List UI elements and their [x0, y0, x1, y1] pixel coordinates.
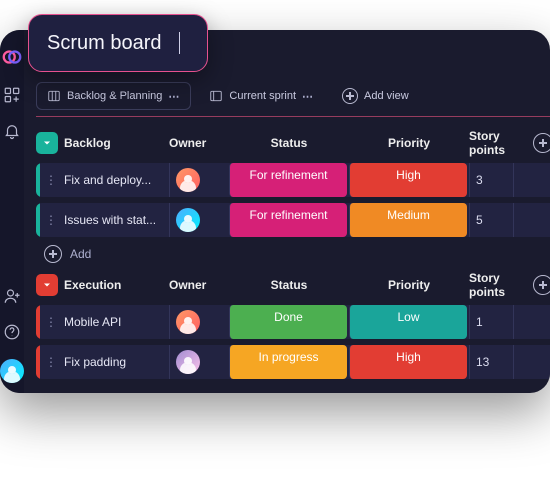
- add-view-label: Add view: [364, 90, 409, 102]
- row-title[interactable]: Issues with stat...: [62, 213, 169, 227]
- column-story-points: Story points: [469, 271, 533, 299]
- drag-handle-icon[interactable]: ⋮: [40, 357, 62, 367]
- drag-handle-icon[interactable]: ⋮: [40, 175, 62, 185]
- tab-label: Backlog & Planning: [67, 90, 162, 102]
- row-end: [513, 203, 533, 237]
- priority-pill[interactable]: High: [349, 163, 467, 197]
- story-points-cell[interactable]: 13: [469, 345, 513, 379]
- owner-cell[interactable]: [169, 305, 229, 339]
- status-pill[interactable]: For refinement: [229, 203, 347, 237]
- table-row[interactable]: ⋮ Fix padding In progress High 13: [36, 345, 550, 379]
- column-priority: Priority: [349, 136, 469, 150]
- main-panel: Backlog & Planning ⋯ Current sprint ⋯ Ad…: [24, 30, 550, 393]
- column-priority: Priority: [349, 278, 469, 292]
- column-status: Status: [229, 278, 349, 292]
- board-title-input[interactable]: [45, 31, 175, 56]
- section-name: Execution: [64, 278, 169, 292]
- add-column-button[interactable]: [533, 133, 550, 153]
- story-points-cell[interactable]: 3: [469, 163, 513, 197]
- column-story-points: Story points: [469, 129, 533, 157]
- section-toggle[interactable]: [36, 132, 58, 154]
- sprint-icon: [209, 89, 223, 103]
- priority-pill[interactable]: Medium: [349, 203, 467, 237]
- tab-current-sprint[interactable]: Current sprint ⋯: [199, 83, 324, 109]
- section-name: Backlog: [64, 136, 169, 150]
- board-title-card[interactable]: [28, 14, 208, 72]
- grid-add-icon[interactable]: [3, 86, 21, 104]
- logo-icon[interactable]: [1, 46, 23, 68]
- owner-avatar: [176, 168, 200, 192]
- owner-avatar: [176, 310, 200, 334]
- priority-pill[interactable]: High: [349, 345, 467, 379]
- row-title[interactable]: Fix padding: [62, 355, 169, 369]
- story-points-cell[interactable]: 5: [469, 203, 513, 237]
- story-points-cell[interactable]: 1: [469, 305, 513, 339]
- table-row[interactable]: ⋮ Issues with stat... For refinement Med…: [36, 203, 550, 237]
- board-icon: [47, 89, 61, 103]
- table-row[interactable]: ⋮ Mobile API Done Low 1: [36, 305, 550, 339]
- app-window: Backlog & Planning ⋯ Current sprint ⋯ Ad…: [0, 30, 550, 393]
- plus-icon: [44, 245, 62, 263]
- view-tabs: Backlog & Planning ⋯ Current sprint ⋯ Ad…: [36, 82, 550, 110]
- help-icon[interactable]: [3, 323, 21, 341]
- bell-icon[interactable]: [3, 122, 21, 140]
- drag-handle-icon[interactable]: ⋮: [40, 317, 62, 327]
- status-pill[interactable]: For refinement: [229, 163, 347, 197]
- owner-avatar: [176, 350, 200, 374]
- owner-avatar: [176, 208, 200, 232]
- owner-cell[interactable]: [169, 163, 229, 197]
- tabs-divider: [36, 116, 550, 117]
- tab-menu-icon[interactable]: ⋯: [302, 90, 314, 103]
- priority-pill[interactable]: Low: [349, 305, 467, 339]
- column-owner: Owner: [169, 136, 229, 150]
- row-end: [513, 305, 533, 339]
- plus-icon: [342, 88, 358, 104]
- sidebar: [0, 30, 24, 393]
- add-item-button[interactable]: Add: [44, 245, 550, 263]
- status-pill[interactable]: Done: [229, 305, 347, 339]
- status-pill[interactable]: In progress: [229, 345, 347, 379]
- add-label: Add: [70, 247, 91, 261]
- section-toggle[interactable]: [36, 274, 58, 296]
- row-title[interactable]: Mobile API: [62, 315, 169, 329]
- row-end: [513, 345, 533, 379]
- column-owner: Owner: [169, 278, 229, 292]
- drag-handle-icon[interactable]: ⋮: [40, 215, 62, 225]
- owner-cell[interactable]: [169, 203, 229, 237]
- column-status: Status: [229, 136, 349, 150]
- table-row[interactable]: ⋮ Fix and deploy... For refinement High …: [36, 163, 550, 197]
- add-view-button[interactable]: Add view: [332, 82, 419, 110]
- text-caret: [179, 32, 180, 54]
- row-title[interactable]: Fix and deploy...: [62, 173, 169, 187]
- owner-cell[interactable]: [169, 345, 229, 379]
- tab-label: Current sprint: [229, 90, 296, 102]
- user-avatar[interactable]: [0, 359, 24, 383]
- tab-menu-icon[interactable]: ⋯: [168, 90, 180, 103]
- add-column-button[interactable]: [533, 275, 550, 295]
- row-end: [513, 163, 533, 197]
- tab-backlog-planning[interactable]: Backlog & Planning ⋯: [36, 82, 191, 110]
- add-user-icon[interactable]: [3, 287, 21, 305]
